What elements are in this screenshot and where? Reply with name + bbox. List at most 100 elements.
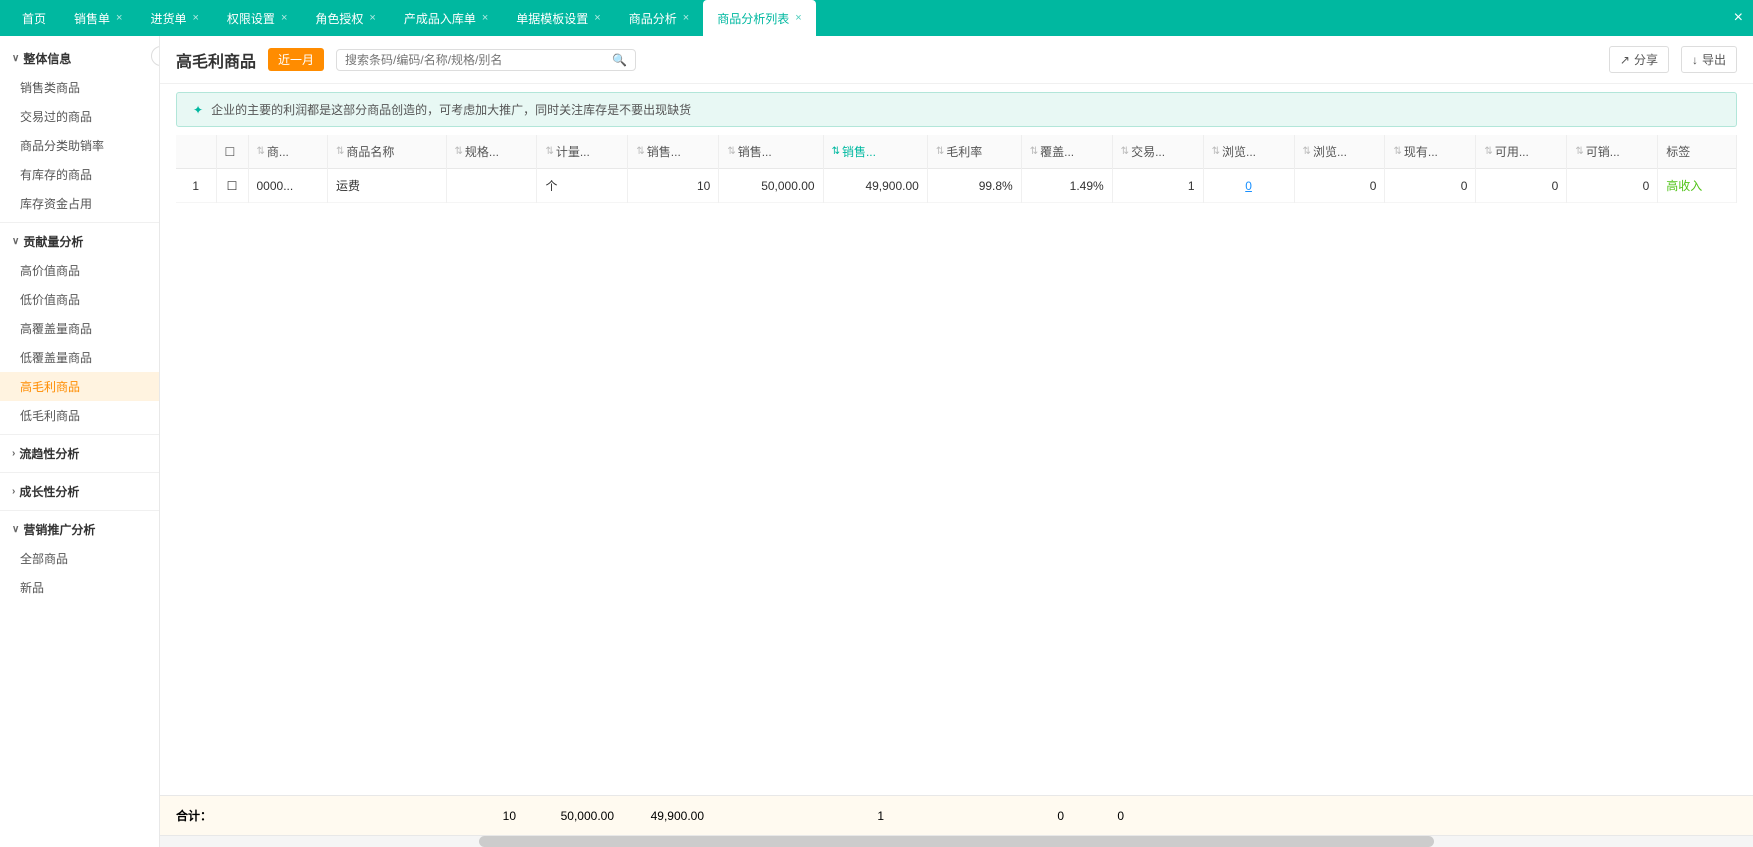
chevron-down-icon-3: ∨ — [12, 524, 19, 535]
nav-close-purchase-order[interactable]: × — [192, 12, 198, 24]
cell-sales-amt: 50,000.00 — [719, 169, 823, 203]
content-area: 高毛利商品 近一月 🔍 ↗ 分享 ↓ 导出 ✦ 企业的主要的利润都是这部分商品创… — [160, 36, 1753, 847]
share-button[interactable]: ↗ 分享 — [1609, 46, 1669, 73]
sidebar-item-traded-goods[interactable]: 交易过的商品 — [0, 102, 159, 131]
cell-available-stock: 0 — [1476, 169, 1567, 203]
sort-icon-2: ⇅ — [336, 146, 344, 157]
nav-close-permission[interactable]: × — [281, 12, 287, 24]
footer-label: 合计： — [176, 807, 256, 824]
col-name[interactable]: ⇅ 商品名称 — [328, 135, 446, 169]
nav-product-entry[interactable]: 产成品入库单 × — [390, 0, 502, 36]
product-table: ☐ ⇅ 商... ⇅ 商品名称 — [176, 135, 1737, 203]
col-view-count1[interactable]: ⇅ 浏览... — [1203, 135, 1294, 169]
nav-product-analysis-list[interactable]: 商品分析列表 × — [703, 0, 815, 36]
col-sales-cost[interactable]: ⇅ 销售... — [823, 135, 927, 169]
sidebar-group-trend[interactable]: › 流趋性分析 — [0, 439, 159, 468]
info-icon: ✦ — [193, 103, 203, 117]
nav-template-settings[interactable]: 单据模板设置 × — [502, 0, 614, 36]
sidebar-item-high-coverage[interactable]: 高覆盖量商品 — [0, 314, 159, 343]
cell-gross-rate: 99.8% — [927, 169, 1021, 203]
sort-icon-7: ⇅ — [832, 146, 840, 157]
footer-totals-row: 合计： 10 50,000.00 49,900.00 1 0 0 — [160, 795, 1753, 835]
export-icon: ↓ — [1692, 53, 1698, 67]
nav-product-analysis[interactable]: 商品分析 × — [615, 0, 703, 36]
col-sales-amt[interactable]: ⇅ 销售... — [719, 135, 823, 169]
sidebar-item-all-goods[interactable]: 全部商品 — [0, 544, 159, 573]
nav-close-product-entry[interactable]: × — [482, 12, 488, 24]
close-all-tabs[interactable]: × — [1734, 9, 1743, 27]
sidebar-item-low-value[interactable]: 低价值商品 — [0, 285, 159, 314]
sidebar-item-category-rate[interactable]: 商品分类助销率 — [0, 131, 159, 160]
nav-close-template[interactable]: × — [594, 12, 600, 24]
search-icon[interactable]: 🔍 — [612, 53, 627, 67]
cell-unit: 个 — [537, 169, 628, 203]
chevron-right-icon: › — [12, 448, 15, 459]
sidebar-item-in-stock-goods[interactable]: 有库存的商品 — [0, 160, 159, 189]
sidebar-item-high-margin[interactable]: 高毛利商品 — [0, 372, 159, 401]
nav-close-product-analysis[interactable]: × — [683, 12, 689, 24]
nav-close-sales-order[interactable]: × — [116, 12, 122, 24]
cell-checkbox[interactable]: ☐ — [216, 169, 248, 203]
sidebar-group-marketing[interactable]: ∨ 营销推广分析 — [0, 515, 159, 544]
col-code[interactable]: ⇅ 商... — [248, 135, 328, 169]
col-spec[interactable]: ⇅ 规格... — [446, 135, 537, 169]
cell-code: 0000... — [248, 169, 328, 203]
sort-icon-14: ⇅ — [1484, 146, 1492, 157]
cell-view-count2: 0 — [1294, 169, 1385, 203]
sidebar-divider-4 — [0, 510, 159, 511]
nav-purchase-order[interactable]: 进货单 × — [136, 0, 212, 36]
sort-icon-3: ⇅ — [455, 146, 463, 157]
col-tag[interactable]: 标签 — [1658, 135, 1737, 169]
col-checkbox[interactable]: ☐ — [216, 135, 248, 169]
nav-role-auth[interactable]: 角色授权 × — [301, 0, 389, 36]
nav-sales-order[interactable]: 销售单 × — [60, 0, 136, 36]
nav-permission-settings[interactable]: 权限设置 × — [213, 0, 301, 36]
horizontal-scrollbar[interactable] — [160, 835, 1753, 847]
col-coverage[interactable]: ⇅ 覆盖... — [1021, 135, 1112, 169]
sidebar-item-new-goods[interactable]: 新品 — [0, 573, 159, 602]
cell-view-count1[interactable]: 0 — [1203, 169, 1294, 203]
cell-sales-cost: 49,900.00 — [823, 169, 927, 203]
sidebar-divider-1 — [0, 222, 159, 223]
table-header-row: ☐ ⇅ 商... ⇅ 商品名称 — [176, 135, 1737, 169]
nav-home[interactable]: 首页 — [8, 0, 60, 36]
footer-cells: 10 50,000.00 49,900.00 1 0 0 — [272, 809, 1737, 823]
sidebar-group-overall[interactable]: ∨ 整体信息 — [0, 44, 159, 73]
sidebar-group-contribution[interactable]: ∨ 贡献量分析 — [0, 227, 159, 256]
sidebar-item-low-coverage[interactable]: 低覆盖量商品 — [0, 343, 159, 372]
export-button[interactable]: ↓ 导出 — [1681, 46, 1737, 73]
col-available-stock[interactable]: ⇅ 可用... — [1476, 135, 1567, 169]
sidebar-group-growth[interactable]: › 成长性分析 — [0, 477, 159, 506]
share-icon: ↗ — [1620, 53, 1630, 67]
col-view-count2[interactable]: ⇅ 浏览... — [1294, 135, 1385, 169]
filter-recent-month-btn[interactable]: 近一月 — [268, 48, 324, 71]
cell-spec — [446, 169, 537, 203]
footer-sales-qty: 10 — [472, 809, 532, 823]
info-banner: ✦ 企业的主要的利润都是这部分商品创造的，可考虑加大推广，同时关注库存是不要出现… — [176, 92, 1737, 127]
cell-tag: 高收入 — [1658, 169, 1737, 203]
footer-sales-cost: 49,900.00 — [622, 809, 712, 823]
col-unit[interactable]: ⇅ 计量... — [537, 135, 628, 169]
chevron-right-icon-2: › — [12, 486, 15, 497]
sidebar-divider-3 — [0, 472, 159, 473]
sort-icon-4: ⇅ — [545, 146, 553, 157]
col-gross-rate[interactable]: ⇅ 毛利率 — [927, 135, 1021, 169]
sort-icon-10: ⇅ — [1121, 146, 1129, 157]
sidebar-item-sales-goods[interactable]: 销售类商品 — [0, 73, 159, 102]
col-sellable-stock[interactable]: ⇅ 可销... — [1567, 135, 1658, 169]
sidebar-item-stock-capital[interactable]: 库存资金占用 — [0, 189, 159, 218]
main-layout: 《 ∨ 整体信息 销售类商品 交易过的商品 商品分类助销率 有库存的商品 库存资… — [0, 36, 1753, 847]
col-tx-count[interactable]: ⇅ 交易... — [1112, 135, 1203, 169]
nav-close-role[interactable]: × — [369, 12, 375, 24]
chevron-down-icon: ∨ — [12, 53, 19, 64]
sidebar-item-low-margin[interactable]: 低毛利商品 — [0, 401, 159, 430]
cell-sales-qty: 10 — [628, 169, 719, 203]
col-index — [176, 135, 216, 169]
footer-tx-count: 1 — [832, 809, 892, 823]
col-current-stock[interactable]: ⇅ 现有... — [1385, 135, 1476, 169]
col-sales-qty[interactable]: ⇅ 销售... — [628, 135, 719, 169]
sort-icon-15: ⇅ — [1575, 146, 1583, 157]
nav-close-product-analysis-list[interactable]: × — [795, 12, 801, 24]
search-input[interactable] — [345, 53, 606, 67]
sidebar-item-high-value[interactable]: 高价值商品 — [0, 256, 159, 285]
